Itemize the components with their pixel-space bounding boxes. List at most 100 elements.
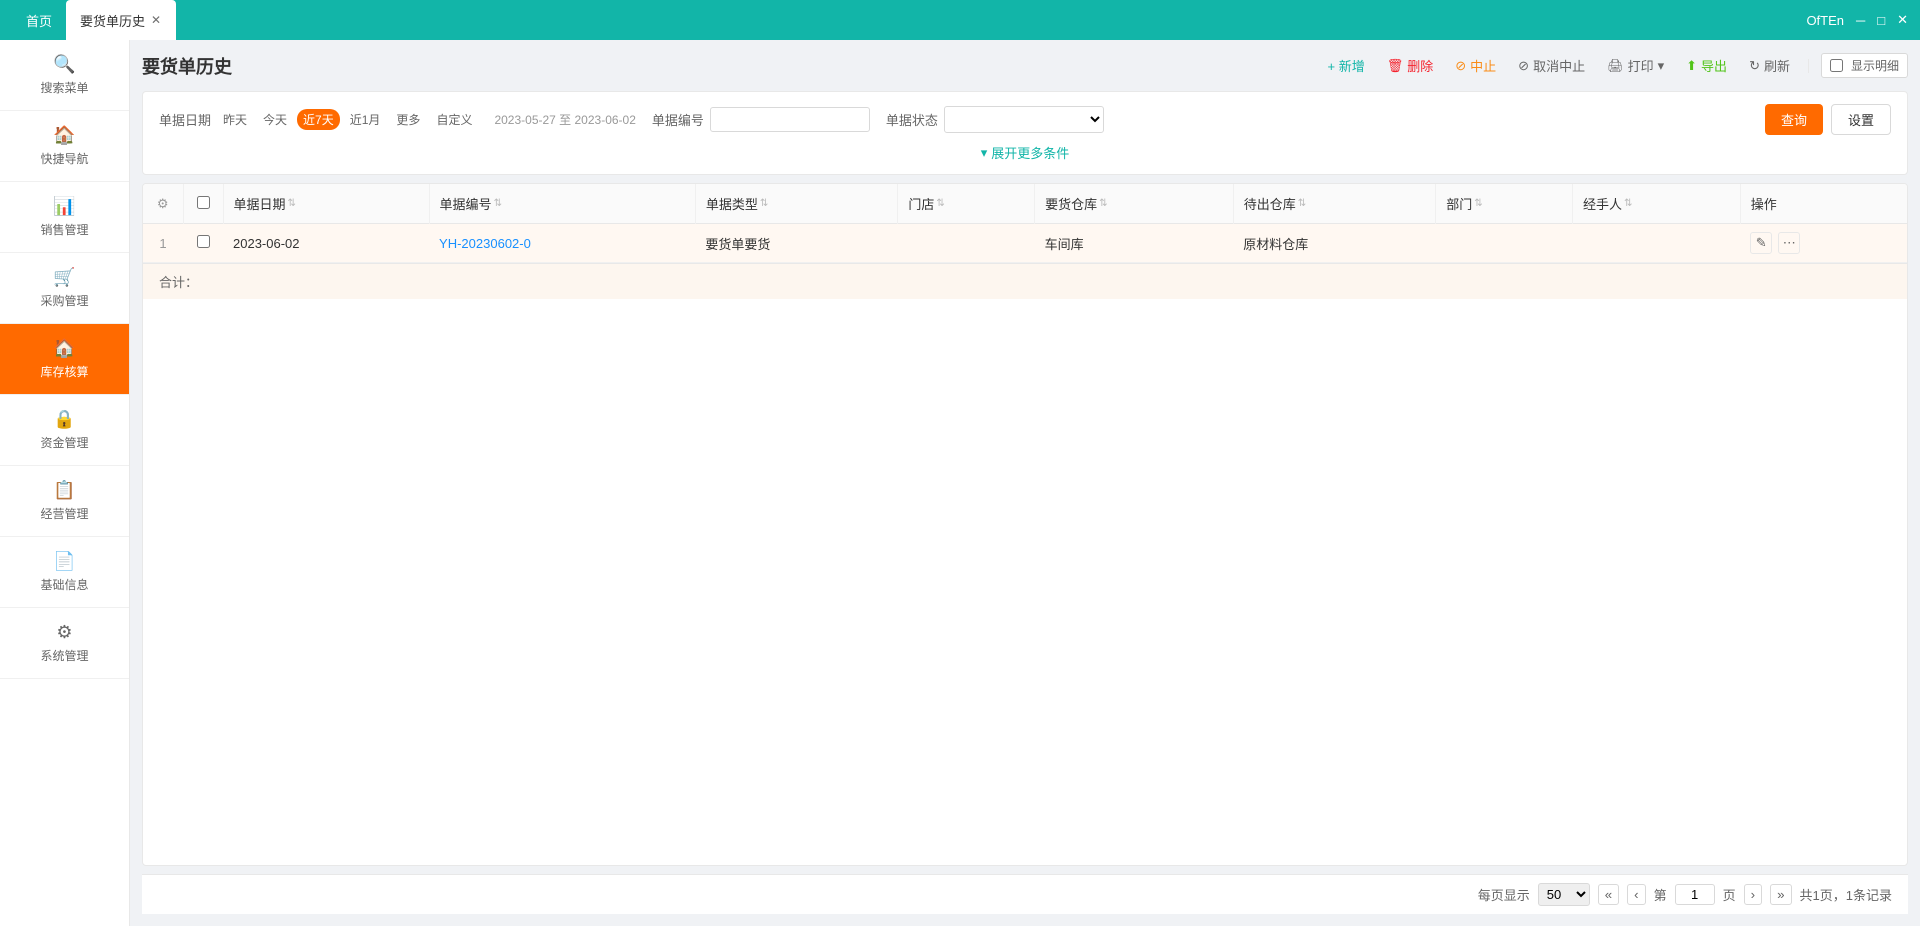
table-footer: 合计： xyxy=(143,263,1907,299)
first-page-btn[interactable]: « xyxy=(1598,884,1619,905)
main-content: 要货单历史 + 新增 🗑 删除 ⊘ 中止 ⊘ 取消中止 xyxy=(130,40,1920,926)
date-filter-btns: 昨天 今天 近7天 近1月 更多 自定义 xyxy=(217,109,478,130)
sort-doc-type-icon: ⇅ xyxy=(760,198,768,209)
cell-store xyxy=(898,224,1035,263)
cell-doc-no: YH-20230602-0 xyxy=(429,224,695,263)
cell-req-warehouse: 车间库 xyxy=(1035,224,1234,263)
date-btn-more[interactable]: 更多 xyxy=(390,109,426,130)
doc-no-input[interactable] xyxy=(710,107,870,132)
filter-row: 单据日期 昨天 今天 近7天 近1月 更多 自定义 2023-05-27 至 2… xyxy=(159,104,1891,135)
sidebar-item-search[interactable]: 🔍 搜索菜单 xyxy=(0,40,129,111)
sort-store-icon: ⇅ xyxy=(936,198,944,209)
cancel-stop-button[interactable]: ⊘ 取消中止 xyxy=(1512,52,1591,79)
th-doc-type: 单据类型 ⇅ xyxy=(695,184,898,224)
sort-doc-type[interactable]: 单据类型 ⇅ xyxy=(706,194,888,213)
select-all-checkbox[interactable] xyxy=(197,196,210,209)
cell-num: 1 xyxy=(143,224,183,263)
sort-store[interactable]: 门店 ⇅ xyxy=(908,194,1024,213)
date-filter-label: 单据日期 xyxy=(159,110,211,129)
sort-department[interactable]: 部门 ⇅ xyxy=(1446,194,1562,213)
sidebar-label-inventory: 库存核算 xyxy=(40,363,88,380)
status-label: 单据状态 xyxy=(886,110,938,129)
date-btn-7days[interactable]: 近7天 xyxy=(297,109,340,130)
export-icon: ⬆ xyxy=(1686,58,1697,74)
doc-no-link[interactable]: YH-20230602-0 xyxy=(439,236,531,251)
setting-button[interactable]: 设置 xyxy=(1831,104,1891,135)
display-detail-checkbox-wrapper[interactable]: 显示明细 xyxy=(1821,53,1908,78)
table-settings-icon[interactable]: ⚙ xyxy=(157,196,169,211)
delete-icon: 🗑 xyxy=(1387,58,1404,74)
page-number-input[interactable] xyxy=(1675,884,1715,905)
date-btn-yesterday[interactable]: 昨天 xyxy=(217,109,253,130)
th-department: 部门 ⇅ xyxy=(1436,184,1573,224)
date-btn-today[interactable]: 今天 xyxy=(257,109,293,130)
export-button[interactable]: ⬆ 导出 xyxy=(1680,52,1733,79)
sidebar-item-purchase[interactable]: 🛒 采购管理 xyxy=(0,253,129,324)
sidebar-item-operation[interactable]: 📋 经营管理 xyxy=(0,466,129,537)
cell-action: ✎ ⋯ xyxy=(1740,224,1907,263)
th-handler: 经手人 ⇅ xyxy=(1572,184,1740,224)
often-btn[interactable]: OfTEn xyxy=(1806,13,1844,28)
prev-page-btn[interactable]: ‹ xyxy=(1627,884,1645,905)
app-layout: 🔍 搜索菜单 🏠 快捷导航 📊 销售管理 🛒 采购管理 🏠 库存核算 🔒 资金管… xyxy=(0,40,1920,926)
per-page-select[interactable]: 50 10 20 100 xyxy=(1538,883,1590,906)
expand-label: 展开更多条件 xyxy=(991,143,1069,162)
minimize-btn[interactable]: ─ xyxy=(1856,13,1865,28)
sort-date-icon: ⇅ xyxy=(288,198,296,209)
stop-button[interactable]: ⊘ 中止 xyxy=(1449,52,1502,79)
sort-handler-icon: ⇅ xyxy=(1624,198,1632,209)
add-button[interactable]: + 新增 xyxy=(1321,52,1370,79)
sidebar-item-finance[interactable]: 🔒 资金管理 xyxy=(0,395,129,466)
edit-icon[interactable]: ✎ xyxy=(1750,232,1772,254)
display-detail-checkbox[interactable] xyxy=(1830,59,1843,72)
th-doc-no: 单据编号 ⇅ xyxy=(429,184,695,224)
sidebar-label-purchase: 采购管理 xyxy=(40,292,88,309)
expand-more-btn[interactable]: ▾ 展开更多条件 xyxy=(159,143,1891,162)
page-wrapper: 要货单历史 + 新增 🗑 删除 ⊘ 中止 ⊘ 取消中止 xyxy=(130,40,1920,926)
tab-home-label: 首页 xyxy=(26,11,52,30)
table-head: ⚙ 单据日期 ⇅ xyxy=(143,184,1907,224)
sidebar-item-basic-info[interactable]: 📄 基础信息 xyxy=(0,537,129,608)
sidebar-item-inventory[interactable]: 🏠 库存核算 xyxy=(0,324,129,395)
sort-handler[interactable]: 经手人 ⇅ xyxy=(1583,194,1730,213)
sort-pending-warehouse[interactable]: 待出仓库 ⇅ xyxy=(1244,194,1426,213)
top-bar: 首页 要货单历史 ✕ OfTEn ─ □ ✕ xyxy=(0,0,1920,40)
main-table: ⚙ 单据日期 ⇅ xyxy=(143,184,1907,263)
sidebar: 🔍 搜索菜单 🏠 快捷导航 📊 销售管理 🛒 采购管理 🏠 库存核算 🔒 资金管… xyxy=(0,40,130,926)
print-chevron-icon: ▾ xyxy=(1658,58,1665,74)
sidebar-label-sales: 销售管理 xyxy=(40,221,88,238)
tab-close-icon[interactable]: ✕ xyxy=(151,13,161,27)
last-page-btn[interactable]: » xyxy=(1770,884,1791,905)
close-window-btn[interactable]: ✕ xyxy=(1897,12,1908,28)
more-icon[interactable]: ⋯ xyxy=(1778,232,1800,254)
sort-date[interactable]: 单据日期 ⇅ xyxy=(234,194,419,213)
action-icons: ✎ ⋯ xyxy=(1750,232,1897,254)
th-store: 门店 ⇅ xyxy=(898,184,1035,224)
date-range-item: 2023-05-27 至 2023-06-02 xyxy=(494,111,635,128)
expand-icon: ▾ xyxy=(981,145,988,161)
print-button[interactable]: 🖨 打印 ▾ xyxy=(1601,52,1670,79)
delete-button[interactable]: 🗑 删除 xyxy=(1381,52,1440,79)
inventory-icon: 🏠 xyxy=(53,338,75,359)
sidebar-label-quick-nav: 快捷导航 xyxy=(40,150,88,167)
row-checkbox[interactable] xyxy=(197,235,210,248)
sidebar-label-basic-info: 基础信息 xyxy=(40,576,88,593)
maximize-btn[interactable]: □ xyxy=(1877,13,1885,28)
sidebar-item-system[interactable]: ⚙ 系统管理 xyxy=(0,608,129,679)
status-select[interactable] xyxy=(944,106,1104,133)
sort-req-warehouse[interactable]: 要货仓库 ⇅ xyxy=(1045,194,1223,213)
page-header: 要货单历史 + 新增 🗑 删除 ⊘ 中止 ⊘ 取消中止 xyxy=(142,52,1908,79)
sidebar-item-quick-nav[interactable]: 🏠 快捷导航 xyxy=(0,111,129,182)
date-btn-custom[interactable]: 自定义 xyxy=(430,109,478,130)
query-button[interactable]: 查询 xyxy=(1765,104,1823,135)
sidebar-item-sales[interactable]: 📊 销售管理 xyxy=(0,182,129,253)
date-btn-1month[interactable]: 近1月 xyxy=(344,109,387,130)
refresh-button[interactable]: ↻ 刷新 xyxy=(1743,52,1796,79)
sort-doc-no[interactable]: 单据编号 ⇅ xyxy=(440,194,685,213)
next-page-btn[interactable]: › xyxy=(1744,884,1762,905)
tab-home[interactable]: 首页 xyxy=(12,0,66,40)
date-range-text: 2023-05-27 至 2023-06-02 xyxy=(494,111,635,128)
total-info: 共1页，1条记录 xyxy=(1800,885,1892,904)
tab-requisition-history[interactable]: 要货单历史 ✕ xyxy=(66,0,176,40)
cell-checkbox xyxy=(183,224,223,263)
